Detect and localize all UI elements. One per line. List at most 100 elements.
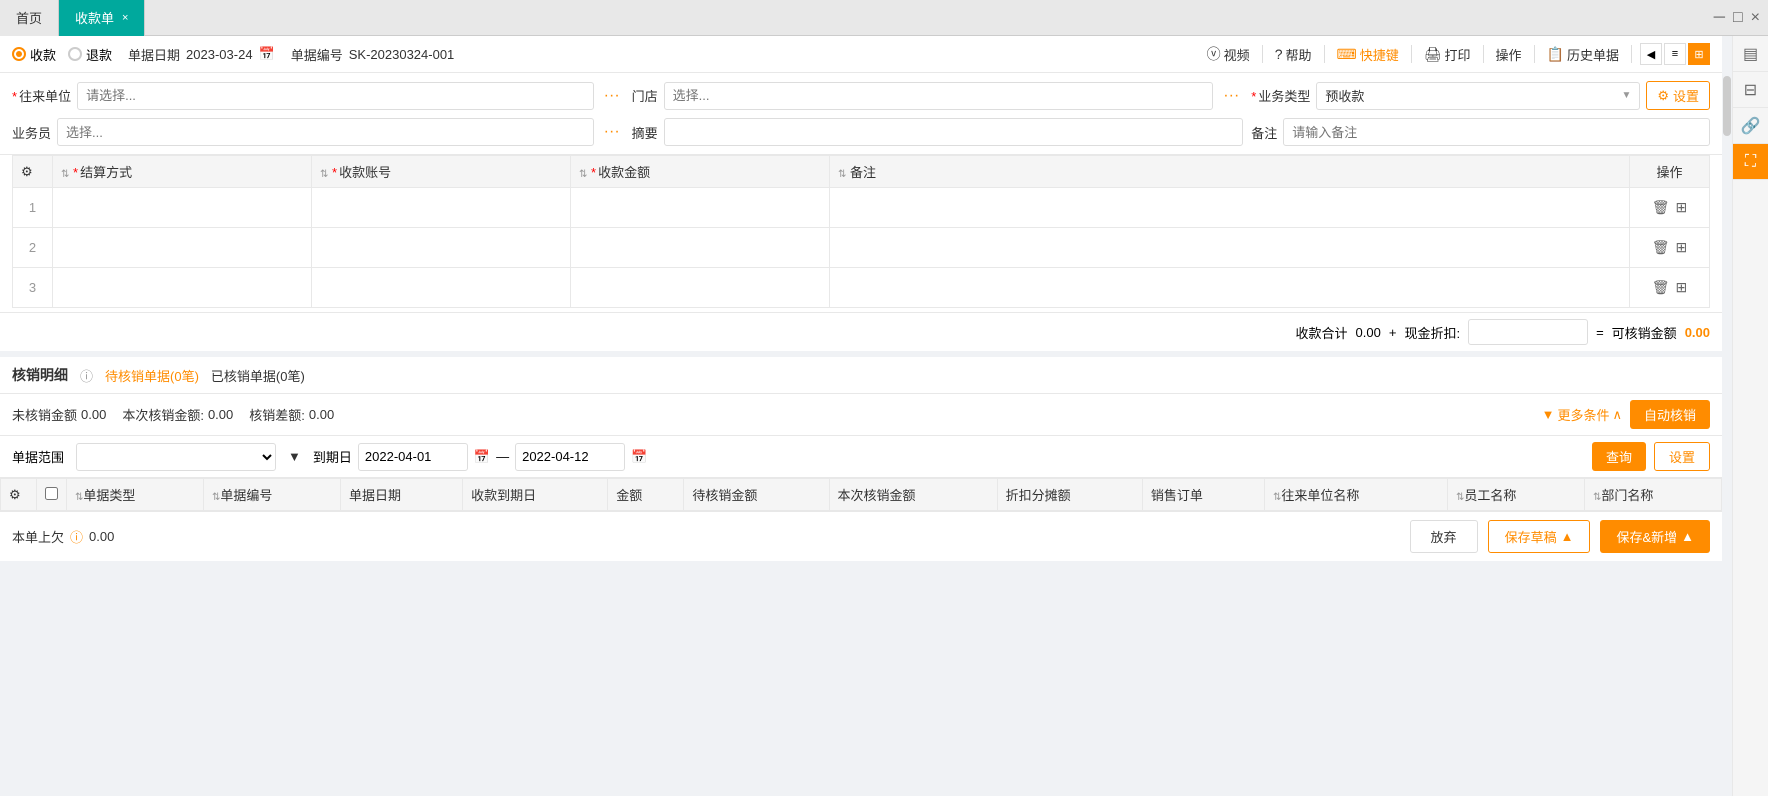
col-dept-header: ⇅部门名称 bbox=[1584, 479, 1721, 511]
sort-icon3: ⇅ bbox=[579, 169, 587, 180]
right-panel-icon1[interactable]: ▤ bbox=[1733, 36, 1768, 72]
amount-cell[interactable] bbox=[571, 268, 830, 308]
copy-icon[interactable]: ⊞ bbox=[1676, 239, 1688, 256]
account-cell[interactable] bbox=[312, 188, 571, 228]
hexiao-section: 核销明细 ⓘ 待核销单据(0笔) 已核销单据(0笔) 未核销金额 0.00 本次… bbox=[0, 351, 1722, 511]
shortcut-icon: ⌨ bbox=[1337, 46, 1357, 63]
store-more-btn[interactable]: ··· bbox=[1219, 87, 1243, 105]
tab-done[interactable]: 已核销单据(0笔) bbox=[211, 366, 305, 385]
radio-group: 收款 退款 bbox=[12, 45, 112, 64]
btn-help[interactable]: ? 帮助 bbox=[1271, 43, 1316, 66]
divider5 bbox=[1534, 45, 1535, 63]
btn-video[interactable]: ⓥ 视频 bbox=[1203, 42, 1254, 66]
remark-cell[interactable] bbox=[830, 188, 1630, 228]
top-toolbar: 收款 退款 单据日期 2023-03-24 📅 单据编号 SK-20230324… bbox=[0, 36, 1722, 73]
hexiao-filter: 单据范围 ▼ 到期日 📅 — 📅 查询 设置 bbox=[0, 436, 1722, 478]
date-value: 2023-03-24 bbox=[186, 47, 253, 62]
delete-icon[interactable]: 🗑 bbox=[1652, 199, 1670, 216]
auto-hexiao-button[interactable]: 自动核销 bbox=[1630, 400, 1710, 429]
biztype-field: 业务类型 预收款 ▼ ⚙ 设置 bbox=[1251, 81, 1710, 110]
hexiao-title: 核销明细 bbox=[12, 365, 68, 385]
col-checkbox-header[interactable] bbox=[37, 479, 67, 511]
settings-button[interactable]: ⚙ 设置 bbox=[1646, 81, 1710, 110]
hexiao-info-icon[interactable]: ⓘ bbox=[80, 366, 93, 385]
account-cell[interactable] bbox=[312, 228, 571, 268]
window-close-icon[interactable]: × bbox=[1751, 9, 1760, 27]
calendar-to-icon[interactable]: 📅 bbox=[631, 449, 647, 465]
save-new-button[interactable]: 保存&新增 ▲ bbox=[1600, 520, 1710, 553]
layout-icon-grid[interactable]: ⊞ bbox=[1688, 43, 1710, 65]
divider3 bbox=[1411, 45, 1412, 63]
btn-operation[interactable]: 操作 bbox=[1492, 43, 1526, 66]
date-from-input[interactable] bbox=[358, 443, 468, 471]
layout-icon-list[interactable]: ≡ bbox=[1664, 43, 1686, 65]
radio-shoukuan[interactable]: 收款 bbox=[12, 45, 56, 64]
hexiao-settings-button[interactable]: 设置 bbox=[1654, 442, 1710, 471]
remark-cell[interactable] bbox=[830, 268, 1630, 308]
delete-icon[interactable]: 🗑 bbox=[1652, 279, 1670, 296]
hexiao-header: 核销明细 ⓘ 待核销单据(0笔) 已核销单据(0笔) bbox=[0, 357, 1722, 394]
date-range: 到期日 📅 — 📅 bbox=[313, 443, 647, 471]
sort-icon1: ⇅ bbox=[61, 169, 69, 180]
radio-tuikuan[interactable]: 退款 bbox=[68, 45, 112, 64]
action-cell: 🗑 ⊞ bbox=[1630, 188, 1710, 228]
save-new-dropdown-icon[interactable]: ▲ bbox=[1681, 529, 1694, 544]
window-min-icon[interactable]: ─ bbox=[1714, 9, 1725, 27]
remark-cell[interactable] bbox=[830, 228, 1630, 268]
btn-history[interactable]: 📋 历史单据 bbox=[1543, 43, 1623, 66]
date-to-input[interactable] bbox=[515, 443, 625, 471]
tab-pending[interactable]: 待核销单据(0笔) bbox=[105, 366, 199, 385]
tab-home[interactable]: 首页 bbox=[0, 0, 59, 36]
settle-cell[interactable] bbox=[53, 188, 312, 228]
layout-icon-prev[interactable]: ◀ bbox=[1640, 43, 1662, 65]
sum-label2: 现金折扣: bbox=[1404, 323, 1460, 342]
scroll-bar-area[interactable] bbox=[1722, 36, 1732, 796]
settle-cell[interactable] bbox=[53, 268, 312, 308]
col-due-header: 收款到期日 bbox=[463, 479, 608, 511]
sum-discount-input[interactable] bbox=[1468, 319, 1588, 345]
btn-print[interactable]: 🖨 打印 bbox=[1420, 43, 1475, 66]
range-select[interactable] bbox=[76, 443, 276, 471]
btn-shortcut[interactable]: ⌨ 快捷键 bbox=[1333, 43, 1403, 66]
bottom-table-section: ⚙ ⇅单据类型 ⇅单据编号 单据日期 收款到期日 金额 待核销金额 本次核销金额… bbox=[0, 478, 1722, 511]
divider6 bbox=[1631, 45, 1632, 63]
more-conditions-btn[interactable]: ▼ 更多条件 ∧ bbox=[1542, 405, 1622, 424]
sum-value1: 0.00 bbox=[1356, 325, 1381, 340]
partner-more-btn[interactable]: ··· bbox=[600, 87, 624, 105]
calendar-from-icon[interactable]: 📅 bbox=[474, 449, 490, 465]
abandon-button[interactable]: 放弃 bbox=[1410, 520, 1478, 553]
amount-cell[interactable] bbox=[571, 228, 830, 268]
partner-input[interactable] bbox=[77, 82, 594, 110]
store-input[interactable] bbox=[664, 82, 1214, 110]
staff-more-btn[interactable]: ··· bbox=[600, 123, 624, 141]
save-draft-button[interactable]: 保存草稿 ▲ bbox=[1488, 520, 1591, 553]
col-settings-header[interactable]: ⚙ bbox=[13, 156, 53, 188]
stat2-label: 本次核销金额: bbox=[122, 405, 204, 424]
biztype-select[interactable]: 预收款 ▼ bbox=[1316, 82, 1640, 110]
remark-label: 备注 bbox=[850, 165, 876, 180]
col-gear-header[interactable]: ⚙ bbox=[1, 479, 37, 511]
right-panel-icon4[interactable]: ⛶ bbox=[1733, 144, 1768, 180]
right-panel-icon2[interactable]: ⊟ bbox=[1733, 72, 1768, 108]
copy-icon[interactable]: ⊞ bbox=[1676, 199, 1688, 216]
amount-cell[interactable] bbox=[571, 188, 830, 228]
window-max-icon[interactable]: □ bbox=[1733, 9, 1743, 27]
right-panel-icon3[interactable]: 🔗 bbox=[1733, 108, 1768, 144]
query-button[interactable]: 查询 bbox=[1592, 442, 1646, 471]
account-cell[interactable] bbox=[312, 268, 571, 308]
bottom-info-icon[interactable]: ⓘ bbox=[70, 527, 83, 546]
col-num-header: ⇅单据编号 bbox=[203, 479, 340, 511]
calendar-icon[interactable]: 📅 bbox=[259, 46, 275, 62]
select-all-checkbox[interactable] bbox=[45, 487, 58, 500]
delete-icon[interactable]: 🗑 bbox=[1652, 239, 1670, 256]
filter-icon: ▼ bbox=[1542, 407, 1555, 422]
tab-shoukuan[interactable]: 收款单 × bbox=[59, 0, 145, 36]
tab-close-icon[interactable]: × bbox=[122, 12, 128, 24]
summary-input[interactable] bbox=[664, 118, 1244, 146]
note-input[interactable] bbox=[1283, 118, 1710, 146]
staff-input[interactable] bbox=[57, 118, 594, 146]
settle-cell[interactable] bbox=[53, 228, 312, 268]
copy-icon[interactable]: ⊞ bbox=[1676, 279, 1688, 296]
sum-row: 收款合计 0.00 + 现金折扣: = 可核销金额 0.00 bbox=[0, 312, 1722, 351]
save-draft-dropdown-icon[interactable]: ▲ bbox=[1561, 529, 1574, 544]
